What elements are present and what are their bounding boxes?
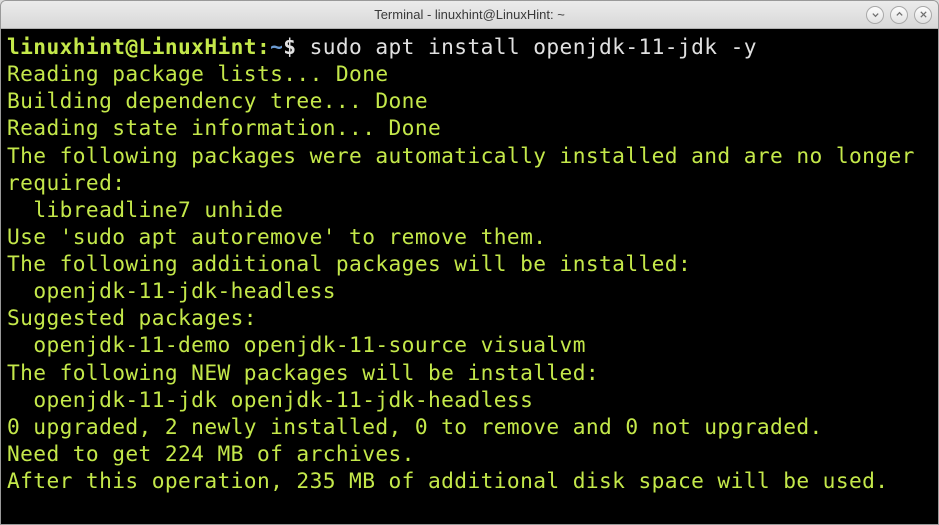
prompt-user-host: linuxhint@LinuxHint: [7, 34, 257, 59]
maximize-icon: [895, 10, 904, 19]
terminal-body[interactable]: linuxhint@LinuxHint:~$ sudo apt install …: [1, 29, 938, 524]
output-line: Reading package lists... Done: [7, 61, 389, 86]
maximize-button[interactable]: [890, 6, 908, 24]
prompt-path: ~: [270, 34, 283, 59]
output-line: Suggested packages:: [7, 305, 257, 330]
command-text: sudo apt install openjdk-11-jdk -y: [296, 34, 756, 59]
output-line: Building dependency tree... Done: [7, 88, 428, 113]
output-line: openjdk-11-demo openjdk-11-source visual…: [7, 332, 586, 357]
minimize-button[interactable]: [866, 6, 884, 24]
terminal-window: Terminal - linuxhint@LinuxHint: ~ linuxh…: [0, 0, 939, 525]
window-controls: [866, 6, 932, 24]
output-line: openjdk-11-jdk openjdk-11-jdk-headless: [7, 387, 533, 412]
minimize-icon: [871, 10, 880, 19]
output-line: libreadline7 unhide: [7, 197, 283, 222]
prompt-symbol: $: [283, 34, 296, 59]
output-line: Use 'sudo apt autoremove' to remove them…: [7, 224, 546, 249]
titlebar: Terminal - linuxhint@LinuxHint: ~: [1, 1, 938, 29]
output-line: openjdk-11-jdk-headless: [7, 278, 336, 303]
output-line: Reading state information... Done: [7, 115, 441, 140]
close-button[interactable]: [914, 6, 932, 24]
terminal-content: linuxhint@LinuxHint:~$ sudo apt install …: [7, 33, 932, 494]
prompt-colon: :: [257, 34, 270, 59]
close-icon: [919, 10, 928, 19]
output-line: The following packages were automaticall…: [7, 143, 928, 195]
output-line: After this operation, 235 MB of addition…: [7, 468, 888, 493]
output-line: The following additional packages will b…: [7, 251, 691, 276]
window-title: Terminal - linuxhint@LinuxHint: ~: [374, 7, 565, 22]
output-line: The following NEW packages will be insta…: [7, 360, 599, 385]
output-line: 0 upgraded, 2 newly installed, 0 to remo…: [7, 414, 823, 439]
output-line: Need to get 224 MB of archives.: [7, 441, 415, 466]
